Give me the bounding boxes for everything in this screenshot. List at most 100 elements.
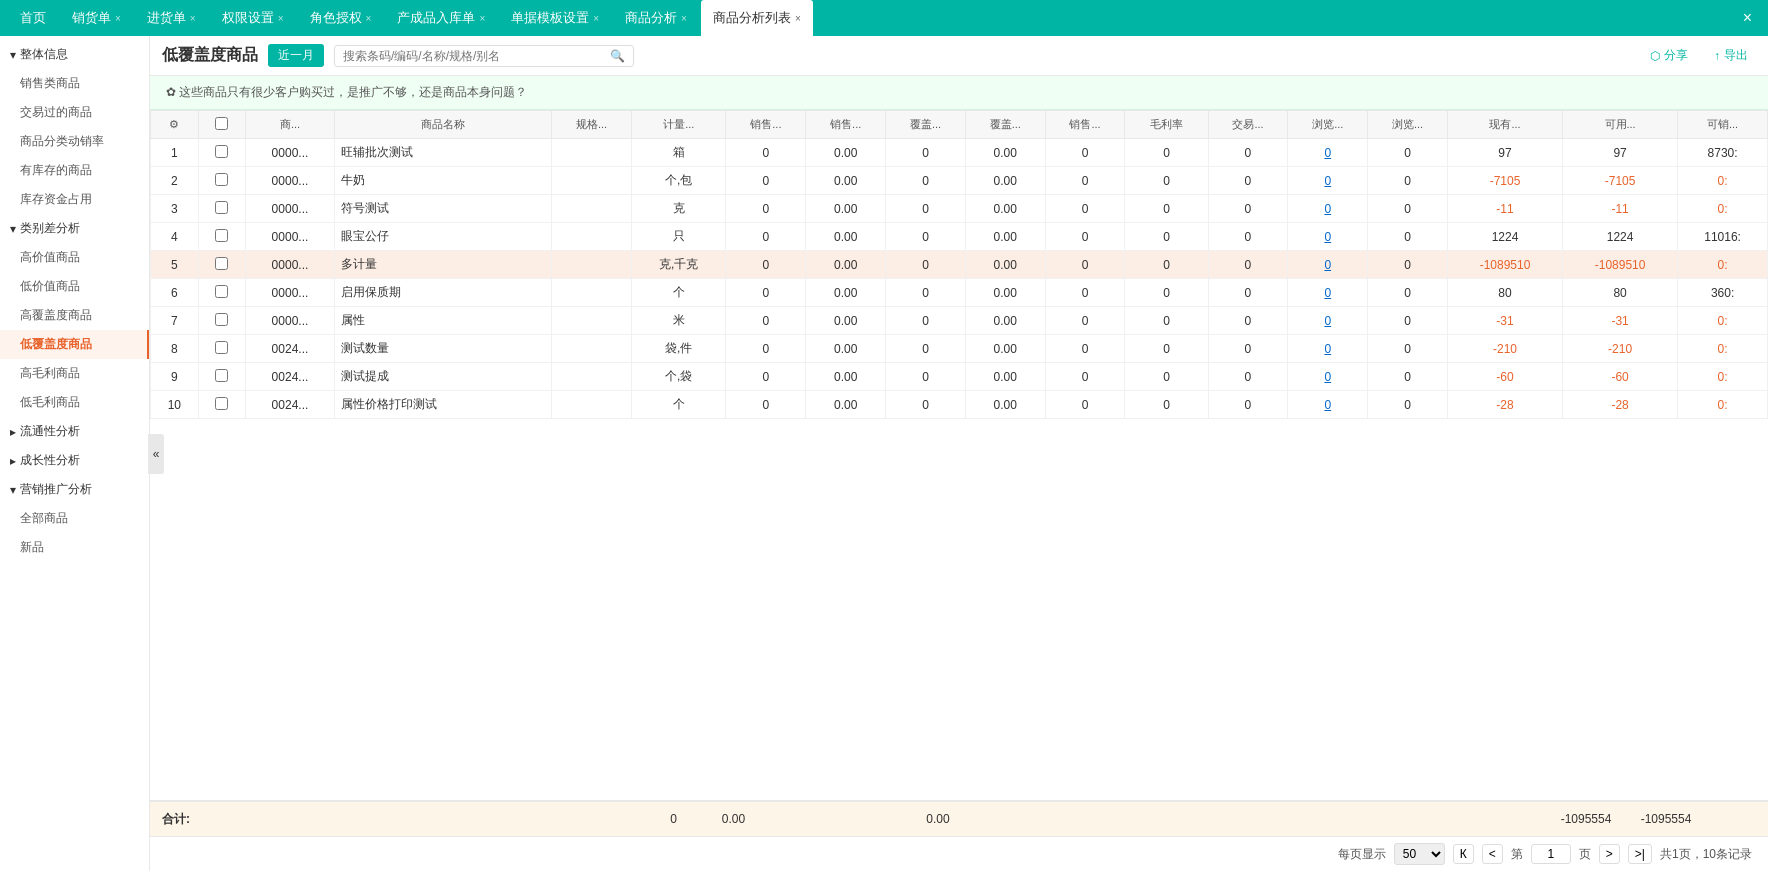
sidebar-item-high-value[interactable]: 高价值商品 xyxy=(0,243,149,272)
nav-item-sales[interactable]: 销货单 × xyxy=(60,0,133,36)
first-page-button[interactable]: К xyxy=(1453,844,1474,864)
row-checkbox[interactable] xyxy=(215,313,228,326)
row-browse1[interactable]: 0 xyxy=(1288,363,1368,391)
col-sales-qty[interactable]: 销售... xyxy=(726,111,806,139)
col-trans-cnt[interactable]: 交易... xyxy=(1208,111,1288,139)
page-number-input[interactable] xyxy=(1531,844,1571,864)
row-checkbox[interactable] xyxy=(215,173,228,186)
col-name[interactable]: 商品名称 xyxy=(335,111,552,139)
sidebar-item-capital[interactable]: 库存资金占用 xyxy=(0,185,149,214)
row-checkbox[interactable] xyxy=(215,257,228,270)
share-button[interactable]: ⬡ 分享 xyxy=(1642,44,1696,67)
col-gross-rate[interactable]: 毛利率 xyxy=(1125,111,1208,139)
col-current-stock[interactable]: 现有... xyxy=(1447,111,1562,139)
nav-item-finished-goods[interactable]: 产成品入库单 × xyxy=(385,0,497,36)
row-checkbox-cell[interactable] xyxy=(198,307,245,335)
col-checkbox[interactable] xyxy=(198,111,245,139)
row-checkbox-cell[interactable] xyxy=(198,167,245,195)
row-sales-cnt: 0 xyxy=(1045,251,1125,279)
row-code: 0024... xyxy=(245,335,335,363)
row-browse1[interactable]: 0 xyxy=(1288,223,1368,251)
row-checkbox-cell[interactable] xyxy=(198,363,245,391)
col-browse1[interactable]: 浏览... xyxy=(1288,111,1368,139)
col-cov2[interactable]: 覆盖... xyxy=(965,111,1045,139)
nav-item-home[interactable]: 首页 xyxy=(8,0,58,36)
search-input[interactable] xyxy=(343,49,604,63)
per-page-select[interactable]: 50 100 200 xyxy=(1394,843,1445,865)
sidebar-section-overall[interactable]: ▾ 整体信息 xyxy=(0,40,149,69)
close-icon[interactable]: × xyxy=(795,13,801,24)
filter-recent-month-button[interactable]: 近一月 xyxy=(268,44,324,67)
close-icon[interactable]: × xyxy=(115,13,121,24)
row-browse1[interactable]: 0 xyxy=(1288,251,1368,279)
col-available-stock[interactable]: 可用... xyxy=(1563,111,1678,139)
col-spec[interactable]: 规格... xyxy=(552,111,632,139)
nav-item-analysis[interactable]: 商品分析 × xyxy=(613,0,699,36)
row-checkbox[interactable] xyxy=(215,229,228,242)
row-browse1[interactable]: 0 xyxy=(1288,195,1368,223)
sidebar-section-growth[interactable]: ▸ 成长性分析 xyxy=(0,446,149,475)
row-checkbox[interactable] xyxy=(215,397,228,410)
close-icon[interactable]: × xyxy=(366,13,372,24)
close-icon[interactable]: × xyxy=(190,13,196,24)
col-code[interactable]: 商... xyxy=(245,111,335,139)
row-browse1[interactable]: 0 xyxy=(1288,279,1368,307)
nav-item-roles[interactable]: 角色授权 × xyxy=(298,0,384,36)
prev-page-button[interactable]: < xyxy=(1482,844,1503,864)
close-all-button[interactable]: × xyxy=(1735,9,1760,27)
nav-item-analysis-list[interactable]: 商品分析列表 × xyxy=(701,0,813,36)
col-saleable[interactable]: 可销... xyxy=(1678,111,1768,139)
sidebar-item-low-profit[interactable]: 低毛利商品 xyxy=(0,388,149,417)
sidebar-section-category[interactable]: ▾ 类别差分析 xyxy=(0,214,149,243)
row-browse1[interactable]: 0 xyxy=(1288,335,1368,363)
row-checkbox[interactable] xyxy=(215,201,228,214)
sidebar-item-sales-goods[interactable]: 销售类商品 xyxy=(0,69,149,98)
export-button[interactable]: ↑ 导出 xyxy=(1706,44,1756,67)
last-page-button[interactable]: >| xyxy=(1628,844,1652,864)
col-unit[interactable]: 计量... xyxy=(631,111,726,139)
row-checkbox[interactable] xyxy=(215,369,228,382)
row-browse1[interactable]: 0 xyxy=(1288,167,1368,195)
row-checkbox[interactable] xyxy=(215,145,228,158)
close-icon[interactable]: × xyxy=(278,13,284,24)
col-cov1[interactable]: 覆盖... xyxy=(886,111,966,139)
sidebar-section-marketing[interactable]: ▾ 营销推广分析 xyxy=(0,475,149,504)
row-checkbox[interactable] xyxy=(215,341,228,354)
row-checkbox-cell[interactable] xyxy=(198,139,245,167)
sidebar-item-high-coverage[interactable]: 高覆盖度商品 xyxy=(0,301,149,330)
nav-item-purchase[interactable]: 进货单 × xyxy=(135,0,208,36)
row-checkbox-cell[interactable] xyxy=(198,195,245,223)
row-checkbox[interactable] xyxy=(215,285,228,298)
row-checkbox-cell[interactable] xyxy=(198,279,245,307)
sidebar-item-low-coverage[interactable]: 低覆盖度商品 xyxy=(0,330,149,359)
row-checkbox-cell[interactable] xyxy=(198,251,245,279)
sidebar-item-low-value[interactable]: 低价值商品 xyxy=(0,272,149,301)
nav-item-template[interactable]: 单据模板设置 × xyxy=(499,0,611,36)
sidebar-item-in-stock[interactable]: 有库存的商品 xyxy=(0,156,149,185)
sidebar-item-new-goods[interactable]: 新品 xyxy=(0,533,149,562)
row-checkbox-cell[interactable] xyxy=(198,223,245,251)
close-icon[interactable]: × xyxy=(681,13,687,24)
row-checkbox-cell[interactable] xyxy=(198,335,245,363)
sidebar-collapse-button[interactable]: « xyxy=(148,434,164,474)
row-cov1: 0 xyxy=(886,335,966,363)
sidebar-item-traded-goods[interactable]: 交易过的商品 xyxy=(0,98,149,127)
col-settings[interactable]: ⚙ xyxy=(151,111,199,139)
sidebar-item-all-goods[interactable]: 全部商品 xyxy=(0,504,149,533)
row-browse1[interactable]: 0 xyxy=(1288,391,1368,419)
col-browse2[interactable]: 浏览... xyxy=(1368,111,1448,139)
sidebar-section-circulation[interactable]: ▸ 流通性分析 xyxy=(0,417,149,446)
close-icon[interactable]: × xyxy=(593,13,599,24)
close-icon[interactable]: × xyxy=(479,13,485,24)
col-sales-amt[interactable]: 销售... xyxy=(806,111,886,139)
sidebar-item-category-rate[interactable]: 商品分类动销率 xyxy=(0,127,149,156)
next-page-button[interactable]: > xyxy=(1599,844,1620,864)
row-checkbox-cell[interactable] xyxy=(198,391,245,419)
row-browse1[interactable]: 0 xyxy=(1288,307,1368,335)
search-icon[interactable]: 🔍 xyxy=(610,49,625,63)
select-all-checkbox[interactable] xyxy=(215,117,228,130)
nav-item-permissions[interactable]: 权限设置 × xyxy=(210,0,296,36)
col-sales-cnt[interactable]: 销售... xyxy=(1045,111,1125,139)
row-browse1[interactable]: 0 xyxy=(1288,139,1368,167)
sidebar-item-high-profit[interactable]: 高毛利商品 xyxy=(0,359,149,388)
